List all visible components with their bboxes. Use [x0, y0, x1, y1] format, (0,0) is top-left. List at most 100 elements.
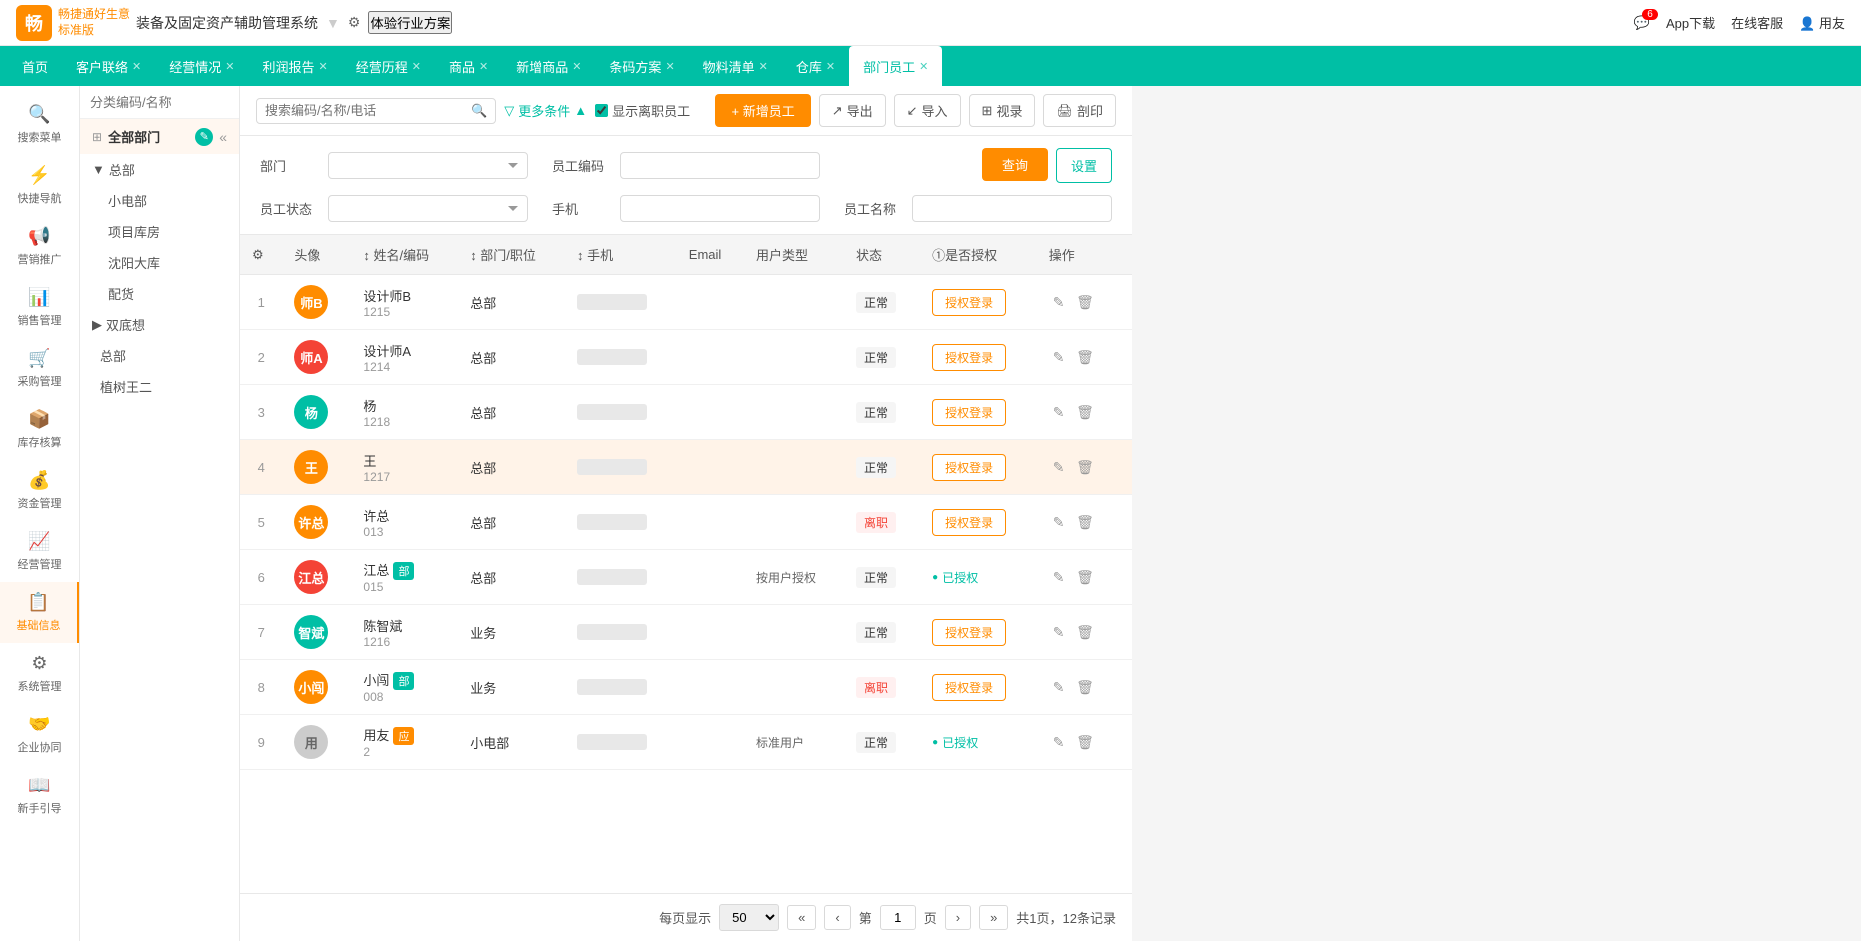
nav-tab-barcode[interactable]: 条码方案 ✕ [595, 46, 688, 86]
experience-btn[interactable]: 体验行业方案 [368, 11, 452, 34]
dept-item-plant[interactable]: 植树王二 [80, 371, 239, 402]
edit-btn[interactable]: ✎ [1049, 347, 1069, 368]
edit-btn[interactable]: ✎ [1049, 622, 1069, 643]
add-employee-btn[interactable]: + 新增员工 [715, 94, 810, 127]
sidebar-item-shortcut[interactable]: ⚡ 快捷导航 [0, 155, 79, 216]
status-select[interactable] [328, 195, 528, 222]
auth-btn[interactable]: 授权登录 [932, 399, 1006, 426]
dept-item-zongbu[interactable]: 总部 [80, 340, 239, 371]
auth-btn[interactable]: 授权登录 [932, 674, 1006, 701]
delete-btn[interactable]: 🗑 [1072, 512, 1098, 533]
message-icon[interactable]: 💬6 [1634, 15, 1650, 31]
import-btn[interactable]: ↙ 导入 [894, 94, 961, 127]
sidebar-item-collab[interactable]: 🤝 企业协同 [0, 704, 79, 765]
col-phone[interactable]: ↕ 手机 [565, 235, 677, 275]
dept-item-proj[interactable]: 项目库房 [80, 216, 239, 247]
sidebar-item-purchase[interactable]: 🛒 采购管理 [0, 338, 79, 399]
row-dept: 总部 [458, 495, 565, 550]
show-left-employees-toggle[interactable]: 显示离职员工 [595, 101, 690, 120]
all-dept-item[interactable]: ⊞ 全部部门 ✎ « [80, 119, 239, 154]
nav-tab-home[interactable]: 首页 [8, 46, 62, 86]
search-btn[interactable]: 🔍 [471, 103, 487, 119]
delete-btn[interactable]: 🗑 [1072, 402, 1098, 423]
prev-page-btn[interactable]: ‹ [824, 905, 850, 930]
col-settings[interactable]: ⚙ [240, 235, 282, 275]
sidebar-item-marketing[interactable]: 📢 营销推广 [0, 216, 79, 277]
col-dept[interactable]: ↕ 部门/职位 [458, 235, 565, 275]
nav-tab-goods[interactable]: 商品 ✕ [435, 46, 502, 86]
edit-btn[interactable]: ✎ [1049, 677, 1069, 698]
dept-item-sy[interactable]: 沈阳大库 [80, 247, 239, 278]
view-btn[interactable]: ⊞ 视录 [969, 94, 1036, 127]
row-num: 5 [240, 495, 282, 550]
export-btn[interactable]: ↗ 导出 [819, 94, 886, 127]
last-page-btn[interactable]: » [979, 905, 1008, 930]
edit-btn[interactable]: ✎ [1049, 457, 1069, 478]
collapse-icon[interactable]: « [219, 129, 227, 145]
auth-btn[interactable]: 授权登录 [932, 619, 1006, 646]
sidebar-item-guide[interactable]: 📖 新手引导 [0, 765, 79, 826]
more-filter-btn[interactable]: ▽ 更多条件 ▲ [504, 101, 587, 120]
nav-tab-dept[interactable]: 部门员工 ✕ [849, 46, 942, 86]
sidebar-item-finance[interactable]: 💰 资金管理 [0, 460, 79, 521]
online-service-link[interactable]: 在线客服 [1731, 13, 1783, 32]
logo-text: 畅捷通好生意 标准版 [58, 7, 130, 38]
delete-btn[interactable]: 🗑 [1072, 347, 1098, 368]
sidebar-item-basic[interactable]: 📋 基础信息 [0, 582, 79, 643]
sidebar-item-sales[interactable]: 📊 销售管理 [0, 277, 79, 338]
edit-btn[interactable]: ✎ [1049, 732, 1069, 753]
dept-group-shuang[interactable]: ▶ 双底想 [80, 309, 239, 340]
emp-name-input[interactable] [912, 195, 1112, 222]
dept-search-input[interactable] [90, 95, 240, 110]
col-name[interactable]: ↕ 姓名/编码 [351, 235, 458, 275]
auth-btn[interactable]: 授权登录 [932, 289, 1006, 316]
nav-tab-warehouse[interactable]: 仓库 ✕ [782, 46, 849, 86]
dept-select[interactable] [328, 152, 528, 179]
query-btn[interactable]: 查询 [982, 148, 1048, 181]
delete-btn[interactable]: 🗑 [1072, 622, 1098, 643]
filter-icon: ▽ [504, 103, 514, 119]
edit-btn[interactable]: ✎ [1049, 292, 1069, 313]
sidebar-item-inventory[interactable]: 📦 库存核算 [0, 399, 79, 460]
sidebar-item-mgmt[interactable]: 📈 经营管理 [0, 521, 79, 582]
search-input[interactable] [265, 103, 465, 118]
sidebar-item-system[interactable]: ⚙ 系统管理 [0, 643, 79, 704]
page-number-input[interactable] [880, 905, 916, 930]
user-avatar[interactable]: 👤 用友 [1799, 13, 1845, 32]
dept-group-head[interactable]: ▼ 总部 [80, 154, 239, 185]
delete-btn[interactable]: 🗑 [1072, 677, 1098, 698]
set-btn[interactable]: 设置 [1056, 148, 1112, 183]
nav-tab-business[interactable]: 经营情况 ✕ [155, 46, 248, 86]
next-page-btn[interactable]: › [945, 905, 971, 930]
delete-btn[interactable]: 🗑 [1072, 732, 1098, 753]
row-avatar: 江总 [282, 550, 351, 605]
delete-btn[interactable]: 🗑 [1072, 457, 1098, 478]
nav-tab-customer[interactable]: 客户联络 ✕ [62, 46, 155, 86]
edit-dept-icon[interactable]: ✎ [195, 128, 213, 146]
edit-btn[interactable]: ✎ [1049, 567, 1069, 588]
nav-tab-new-goods[interactable]: 新增商品 ✕ [502, 46, 595, 86]
nav-tab-history[interactable]: 经营历程 ✕ [342, 46, 435, 86]
emp-code-input[interactable] [620, 152, 820, 179]
row-ops: ✎ 🗑 [1037, 385, 1132, 440]
phone-input[interactable] [620, 195, 820, 222]
delete-btn[interactable]: 🗑 [1072, 567, 1098, 588]
sidebar-item-search[interactable]: 🔍 搜索菜单 [0, 94, 79, 155]
nav-tab-bom[interactable]: 物料清单 ✕ [689, 46, 782, 86]
edit-btn[interactable]: ✎ [1049, 512, 1069, 533]
per-page-select[interactable]: 50 100 [719, 904, 779, 931]
nav-tab-profit[interactable]: 利润报告 ✕ [248, 46, 341, 86]
edit-btn[interactable]: ✎ [1049, 402, 1069, 423]
auth-btn[interactable]: 授权登录 [932, 454, 1006, 481]
print-btn[interactable]: 🖨 剖印 [1043, 94, 1116, 127]
app-download-link[interactable]: App下载 [1666, 13, 1715, 32]
delete-btn[interactable]: 🗑 [1072, 292, 1098, 313]
auth-btn[interactable]: 授权登录 [932, 344, 1006, 371]
row-phone [565, 440, 677, 495]
first-page-btn[interactable]: « [787, 905, 816, 930]
settings-icon[interactable]: ⚙ [348, 14, 361, 31]
dept-item-xdpt[interactable]: 小电部 [80, 185, 239, 216]
auth-btn[interactable]: 授权登录 [932, 509, 1006, 536]
row-ops: ✎ 🗑 [1037, 495, 1132, 550]
dept-item-ph[interactable]: 配货 [80, 278, 239, 309]
